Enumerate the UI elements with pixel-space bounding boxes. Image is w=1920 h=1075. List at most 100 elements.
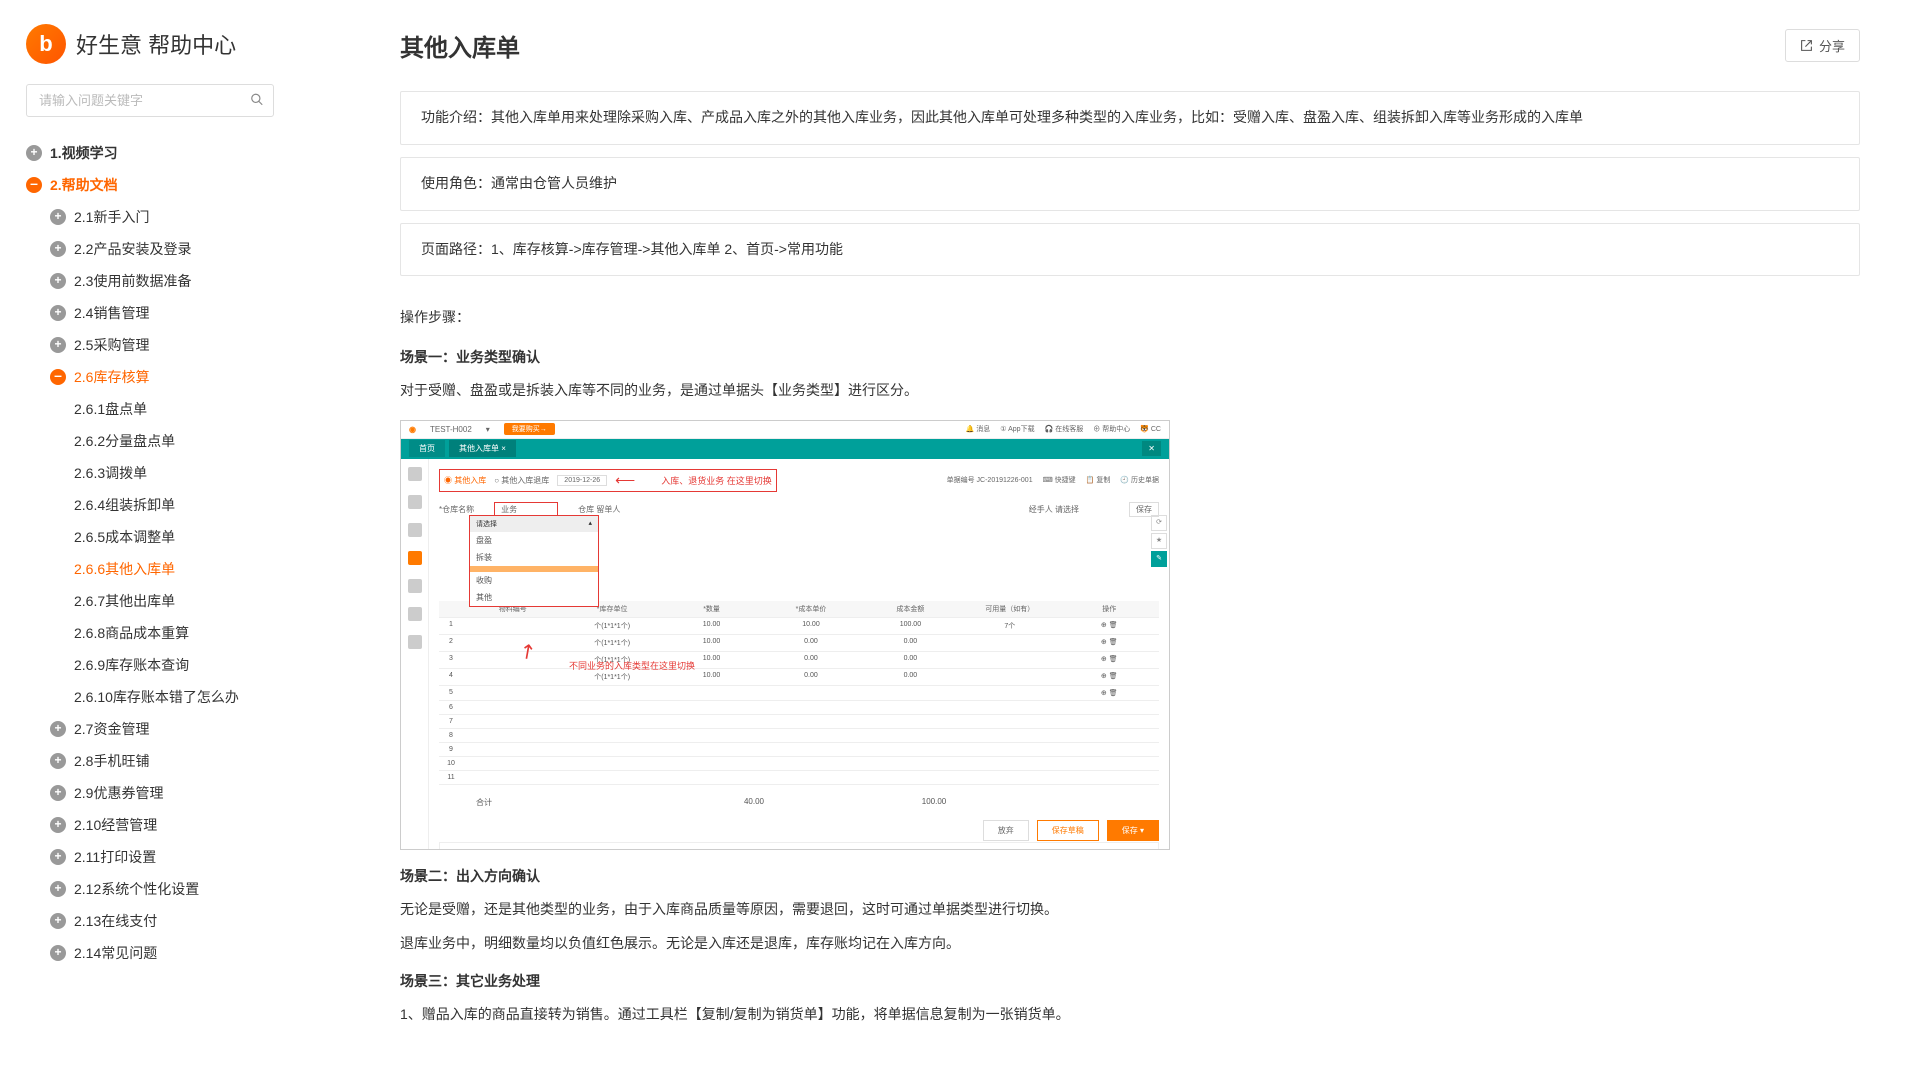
ss-table: 物料编号*库存单位*数量*成本单价成本金额可用量（如有）操作 1个(1*1*1个…: [439, 601, 1159, 814]
plus-icon: +: [50, 209, 66, 225]
intro-label: 功能介绍：: [421, 109, 491, 125]
screenshot-1: ◉ TEST-H002 ▾ 我要购买→ 🔔 消息 ① App下载 🎧 在线客服 …: [400, 420, 1170, 850]
minus-icon: –: [50, 369, 66, 385]
nav-2-5[interactable]: +2.5采购管理: [26, 329, 274, 361]
nav-2-9[interactable]: +2.9优惠券管理: [26, 777, 274, 809]
ss-type-switch: ◉ 其他入库 ○ 其他入库退库 2019-12-26 ⟵ 入库、退货业务 在这里…: [439, 469, 777, 492]
ss-annot2: 不同业务的入库类型在这里切换: [569, 659, 695, 672]
nav-2-3[interactable]: +2.3使用前数据准备: [26, 265, 274, 297]
nav-2-6-9[interactable]: 2.6.9库存账本查询: [26, 649, 274, 681]
nav-2-6-3[interactable]: 2.6.3调拨单: [26, 457, 274, 489]
ss-dropdown: 请选择▴ 盘盈 拆装 收购 其他: [469, 515, 599, 607]
plus-icon: +: [26, 145, 42, 161]
role-label: 使用角色：: [421, 175, 491, 191]
plus-icon: +: [50, 305, 66, 321]
nav-docs[interactable]: –2.帮助文档: [26, 169, 274, 201]
nav-2-6-4[interactable]: 2.6.4组装拆卸单: [26, 489, 274, 521]
intro-box: 功能介绍：其他入库单用来处理除采购入库、产成品入库之外的其他入库业务，因此其他入…: [400, 91, 1860, 145]
plus-icon: +: [50, 241, 66, 257]
nav-2-12[interactable]: +2.12系统个性化设置: [26, 873, 274, 905]
path-text: 1、库存核算->库存管理->其他入库单 2、首页->常用功能: [491, 241, 843, 257]
plus-icon: +: [50, 753, 66, 769]
ss-discard-btn: 放弃: [983, 820, 1029, 841]
intro-text: 其他入库单用来处理除采购入库、产成品入库之外的其他入库业务，因此其他入库单可处理…: [491, 109, 1583, 125]
nav-2-10[interactable]: +2.10经营管理: [26, 809, 274, 841]
nav-video[interactable]: +1.视频学习: [26, 137, 274, 169]
nav-2-4[interactable]: +2.4销售管理: [26, 297, 274, 329]
plus-icon: +: [50, 721, 66, 737]
ss-tabbar: 首页 其他入库单 × ✕: [401, 439, 1169, 459]
scene3-title: 场景三：其它业务处理: [400, 971, 1860, 991]
nav-tree: +1.视频学习 –2.帮助文档 +2.1新手入门 +2.2产品安装及登录 +2.…: [26, 137, 274, 969]
brand: b 好生意 帮助中心: [26, 24, 274, 64]
scene1-title: 场景一：业务类型确认: [400, 347, 1860, 367]
search-container: [26, 84, 274, 117]
nav-2-6-2[interactable]: 2.6.2分量盘点单: [26, 425, 274, 457]
main-content: 其他入库单 分享 功能介绍：其他入库单用来处理除采购入库、产成品入库之外的其他入…: [300, 0, 1920, 1075]
nav-2-6-1[interactable]: 2.6.1盘点单: [26, 393, 274, 425]
share-label: 分享: [1819, 36, 1845, 55]
ss-tab-home: 首页: [409, 440, 445, 457]
ss-body: ◉ 其他入库 ○ 其他入库退库 2019-12-26 ⟵ 入库、退货业务 在这里…: [429, 459, 1169, 849]
ss-rightbar: ⟳★✎: [1151, 515, 1169, 567]
plus-icon: +: [50, 945, 66, 961]
role-text: 通常由仓管人员维护: [491, 175, 617, 191]
plus-icon: +: [50, 849, 66, 865]
ss-remark: 备注信息 请输入内容提要: [439, 842, 1159, 850]
plus-icon: +: [50, 273, 66, 289]
ss-side-active-icon: [408, 551, 422, 565]
nav-2-7[interactable]: +2.7资金管理: [26, 713, 274, 745]
search-icon[interactable]: [250, 92, 264, 109]
nav-2-2[interactable]: +2.2产品安装及登录: [26, 233, 274, 265]
nav-2-14[interactable]: +2.14常见问题: [26, 937, 274, 969]
steps-section: 操作步骤： 场景一：业务类型确认 对于受赠、盘盈或是拆装入库等不同的业务，是通过…: [400, 304, 1860, 1027]
nav-2-6-10[interactable]: 2.6.10库存账本错了怎么办: [26, 681, 274, 713]
path-box: 页面路径：1、库存核算->库存管理->其他入库单 2、首页->常用功能: [400, 223, 1860, 277]
nav-2-8[interactable]: +2.8手机旺铺: [26, 745, 274, 777]
plus-icon: +: [50, 785, 66, 801]
role-box: 使用角色：通常由仓管人员维护: [400, 157, 1860, 211]
plus-icon: +: [50, 817, 66, 833]
ss-trial-btn: 我要购买→: [504, 423, 555, 435]
plus-icon: +: [50, 913, 66, 929]
nav-2-6-7[interactable]: 2.6.7其他出库单: [26, 585, 274, 617]
remark-icon: [446, 849, 468, 850]
plus-icon: +: [50, 881, 66, 897]
ss-top-links: 🔔 消息 ① App下载 🎧 在线客服 ⊕ 帮助中心 🐯 CC: [966, 424, 1161, 434]
scene2-p2: 退库业务中，明细数量均以负值红色展示。无论是入库还是退库，库存账均记在入库方向。: [400, 930, 1860, 957]
page-title: 其他入库单: [400, 28, 520, 63]
site-title: 好生意 帮助中心: [76, 28, 236, 60]
ss-logo-icon: ◉: [409, 425, 416, 434]
ss-account: TEST-H002: [430, 425, 472, 434]
ss-save-btn: 保存 ▾: [1107, 820, 1159, 841]
search-input[interactable]: [26, 84, 274, 117]
minus-icon: –: [26, 177, 42, 193]
nav-2-6[interactable]: –2.6库存核算: [26, 361, 274, 393]
header: 其他入库单 分享: [400, 28, 1860, 63]
nav-2-1[interactable]: +2.1新手入门: [26, 201, 274, 233]
ss-annot1: 入库、退货业务 在这里切换: [661, 474, 772, 487]
scene2-title: 场景二：出入方向确认: [400, 866, 1860, 886]
scene1-text: 对于受赠、盘盈或是拆装入库等不同的业务，是通过单据头【业务类型】进行区分。: [400, 377, 1860, 404]
logo-icon: b: [26, 24, 66, 64]
ss-tab-close-icon: ✕: [1142, 441, 1161, 456]
nav-2-6-5[interactable]: 2.6.5成本调整单: [26, 521, 274, 553]
nav-2-11[interactable]: +2.11打印设置: [26, 841, 274, 873]
sidebar: b 好生意 帮助中心 +1.视频学习 –2.帮助文档 +2.1新手入门 +2.2…: [0, 0, 300, 1075]
steps-label: 操作步骤：: [400, 304, 1860, 331]
plus-icon: +: [50, 337, 66, 353]
ss-draft-btn: 保存草稿: [1037, 820, 1099, 841]
path-label: 页面路径：: [421, 241, 491, 257]
ss-sidebar: [401, 459, 429, 849]
nav-2-13[interactable]: +2.13在线支付: [26, 905, 274, 937]
nav-2-6-6[interactable]: 2.6.6其他入库单: [26, 553, 274, 585]
share-button[interactable]: 分享: [1785, 29, 1860, 62]
scene3-p1: 1、赠品入库的商品直接转为销售。通过工具栏【复制/复制为销货单】功能，将单据信息…: [400, 1001, 1860, 1028]
share-icon: [1800, 39, 1813, 52]
scene2-p1: 无论是受赠，还是其他类型的业务，由于入库商品质量等原因，需要退回，这时可通过单据…: [400, 896, 1860, 923]
nav-2-6-8[interactable]: 2.6.8商品成本重算: [26, 617, 274, 649]
arrow-icon: ⟵: [615, 472, 635, 489]
ss-topbar: ◉ TEST-H002 ▾ 我要购买→ 🔔 消息 ① App下载 🎧 在线客服 …: [401, 421, 1169, 439]
ss-tab-doc: 其他入库单 ×: [449, 440, 516, 457]
ss-footer: 放弃 保存草稿 保存 ▾: [983, 820, 1159, 841]
